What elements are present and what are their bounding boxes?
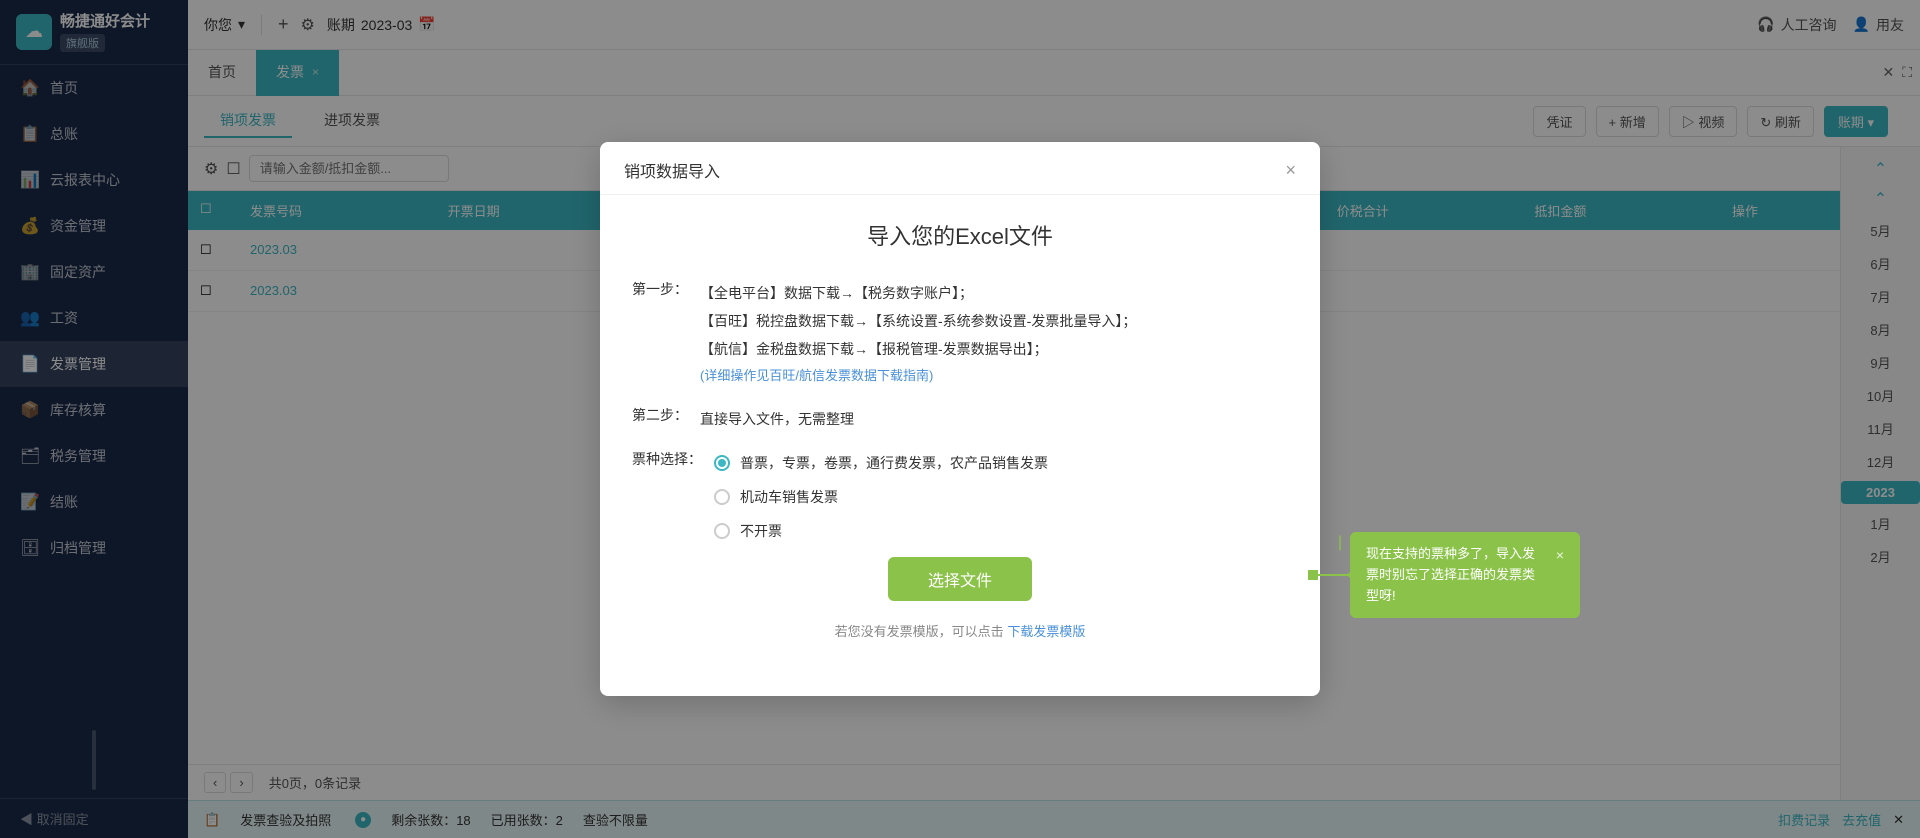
modal-title: 销项数据导入 bbox=[624, 158, 720, 182]
modal-close-button[interactable]: × bbox=[1285, 160, 1296, 181]
ticket-option-1[interactable]: 普票，专票，卷票，通行费发票，农产品销售发票 bbox=[714, 453, 1048, 473]
modal-overlay[interactable]: 销项数据导入 × 导入您的Excel文件 第一步： 【全电平台】数据下载→【税务… bbox=[0, 0, 1920, 838]
modal-header: 销项数据导入 × bbox=[600, 142, 1320, 195]
ticket-label: 票种选择： bbox=[632, 449, 702, 469]
tooltip-bar-icon: | bbox=[1338, 530, 1342, 556]
step1-line-1: 【全电平台】数据下载→【税务数字账户】； bbox=[700, 279, 1136, 307]
ticket-select-row: 票种选择： 普票，专票，卷票，通行费发票，农产品销售发票 机动车销售发票 bbox=[632, 449, 1288, 541]
tooltip-connector-dot bbox=[1308, 570, 1318, 580]
modal-body: 导入您的Excel文件 第一步： 【全电平台】数据下载→【税务数字账户】； 【百… bbox=[600, 195, 1320, 664]
radio-checked[interactable] bbox=[714, 455, 730, 471]
footer-link[interactable]: 下载发票模版 bbox=[1007, 624, 1085, 639]
tooltip-container: | 现在支持的票种多了，导入发票时别忘了选择正确的发票类型呀! × bbox=[1300, 532, 1580, 618]
ticket-option-3[interactable]: 不开票 bbox=[714, 521, 1048, 541]
footer-hint: 若您没有发票模版，可以点击 下载发票模版 bbox=[632, 621, 1288, 640]
radio-unchecked-2[interactable] bbox=[714, 523, 730, 539]
select-file-button[interactable]: 选择文件 bbox=[888, 557, 1032, 601]
radio-unchecked-1[interactable] bbox=[714, 489, 730, 505]
footer-hint-text: 若您没有发票模版，可以点击 bbox=[835, 624, 1004, 639]
step1-content: 【全电平台】数据下载→【税务数字账户】； 【百旺】税控盘数据下载→【系统设置-系… bbox=[700, 279, 1136, 389]
import-modal: 销项数据导入 × 导入您的Excel文件 第一步： 【全电平台】数据下载→【税务… bbox=[600, 142, 1320, 696]
step2-label: 第二步： bbox=[632, 405, 688, 425]
modal-footer: 选择文件 若您没有发票模版，可以点击 下载发票模版 bbox=[632, 557, 1288, 640]
ticket-options: 普票，专票，卷票，通行费发票，农产品销售发票 机动车销售发票 不开票 bbox=[714, 453, 1048, 541]
tooltip-content: 现在支持的票种多了，导入发票时别忘了选择正确的发票类型呀! × bbox=[1366, 544, 1564, 606]
ticket-label-2: 机动车销售发票 bbox=[740, 487, 838, 507]
step1-label: 第一步： bbox=[632, 279, 688, 299]
ticket-label-3: 不开票 bbox=[740, 521, 782, 541]
step2-row: 第二步： 直接导入文件，无需整理 bbox=[632, 405, 1288, 433]
step2-content: 直接导入文件，无需整理 bbox=[700, 405, 854, 433]
step1-row: 第一步： 【全电平台】数据下载→【税务数字账户】； 【百旺】税控盘数据下载→【系… bbox=[632, 279, 1288, 389]
ticket-label-1: 普票，专票，卷票，通行费发票，农产品销售发票 bbox=[740, 453, 1048, 473]
ticket-option-2[interactable]: 机动车销售发票 bbox=[714, 487, 1048, 507]
radio-dot bbox=[718, 459, 726, 467]
modal-main-title: 导入您的Excel文件 bbox=[632, 219, 1288, 251]
tooltip-bubble: | 现在支持的票种多了，导入发票时别忘了选择正确的发票类型呀! × bbox=[1350, 532, 1580, 618]
step1-link[interactable]: (详细操作见百旺/航信发票数据下载指南) bbox=[700, 363, 1136, 389]
tooltip-text: 现在支持的票种多了，导入发票时别忘了选择正确的发票类型呀! bbox=[1366, 544, 1548, 606]
step1-line-2: 【百旺】税控盘数据下载→【系统设置-系统参数设置-发票批量导入】； bbox=[700, 307, 1136, 335]
step1-line-3: 【航信】金税盘数据下载→【报税管理-发票数据导出】； bbox=[700, 335, 1136, 363]
tooltip-close-icon[interactable]: × bbox=[1556, 544, 1564, 566]
